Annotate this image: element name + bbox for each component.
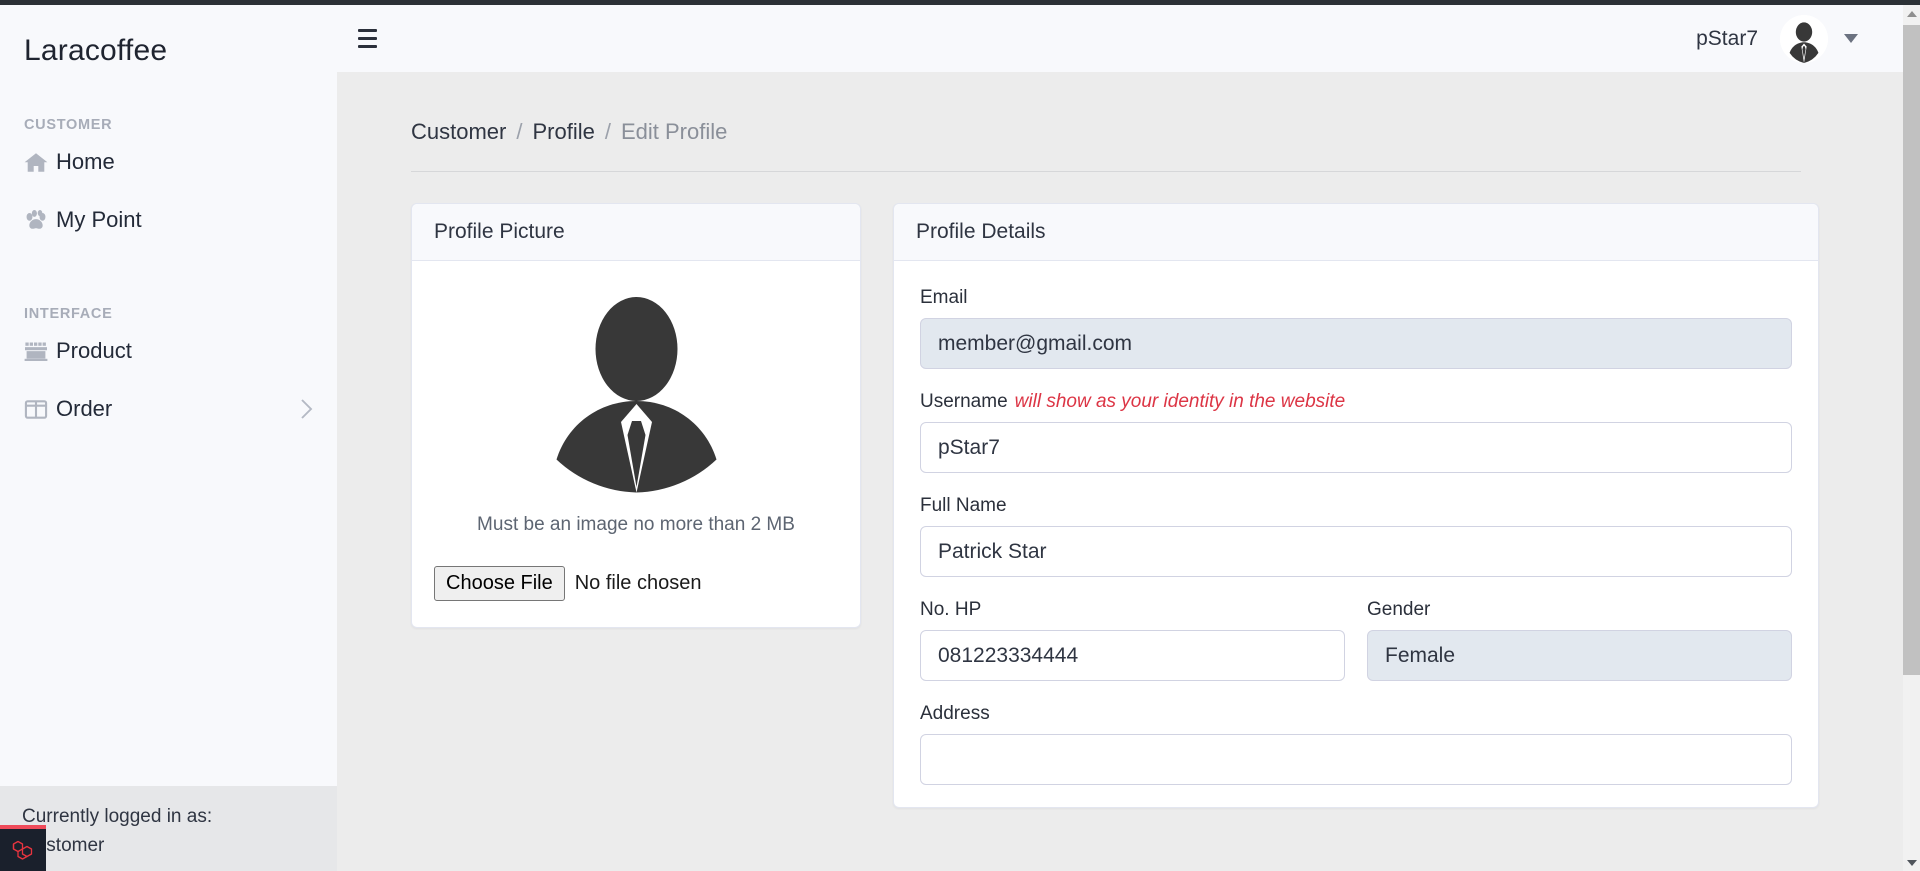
sidebar-section-title-customer: CUSTOMER xyxy=(0,117,337,133)
field-label-email: Email xyxy=(920,287,1792,309)
profile-picture-card-body: Must be an image no more than 2 MB Choos… xyxy=(412,261,860,627)
cards-row: Profile Picture Must be an image no mor xyxy=(411,203,1920,808)
breadcrumb-separator-2: / xyxy=(605,119,611,145)
field-username: Username will show as your identity in t… xyxy=(920,391,1792,473)
field-label-text-email: Email xyxy=(920,287,968,309)
field-gender: Gender xyxy=(1367,599,1792,681)
field-hint-username: will show as your identity in the websit… xyxy=(1015,391,1346,413)
field-label-gender: Gender xyxy=(1367,599,1792,621)
sidebar-item-label-order: Order xyxy=(56,396,112,422)
columns-icon xyxy=(24,398,52,420)
profile-picture-note: Must be an image no more than 2 MB xyxy=(477,514,795,536)
profile-details-card-title: Profile Details xyxy=(894,204,1818,261)
browser-chrome-strip xyxy=(0,0,1920,5)
hamburger-bar-3 xyxy=(358,45,377,48)
brand-logo-text[interactable]: Laracoffee xyxy=(0,5,337,69)
sidebar-item-product[interactable]: Product xyxy=(0,322,337,380)
store-icon xyxy=(24,340,52,362)
field-email: Email xyxy=(920,287,1792,369)
field-label-full-name: Full Name xyxy=(920,495,1792,517)
logged-in-role: Customer xyxy=(22,831,337,860)
triangle-down-icon xyxy=(1907,860,1917,866)
file-chosen-status: No file chosen xyxy=(575,572,702,595)
sidebar-item-label-home: Home xyxy=(56,149,115,175)
main-content: Customer / Profile / Edit Profile Profil… xyxy=(337,72,1920,871)
profile-picture-card-title: Profile Picture xyxy=(412,204,860,261)
breadcrumb-divider xyxy=(411,171,1801,172)
address-input[interactable] xyxy=(920,734,1792,785)
avatar[interactable] xyxy=(1780,15,1828,63)
top-navbar: pStar7 xyxy=(337,5,1920,72)
person-silhouette-icon xyxy=(529,283,744,498)
field-full-name: Full Name xyxy=(920,495,1792,577)
choose-file-button[interactable]: Choose File xyxy=(434,566,565,601)
laravel-logo xyxy=(0,825,46,871)
logged-in-footer: Currently logged in as: Customer xyxy=(0,786,337,871)
breadcrumb-separator-1: / xyxy=(516,119,522,145)
field-label-text-no-hp: No. HP xyxy=(920,599,981,621)
email-input xyxy=(920,318,1792,369)
sidebar-section-title-interface: INTERFACE xyxy=(0,306,337,322)
hamburger-bar-1 xyxy=(358,29,377,32)
scrollbar-thumb[interactable] xyxy=(1903,25,1920,675)
profile-picture-card: Profile Picture Must be an image no mor xyxy=(411,203,861,628)
user-menu[interactable]: pStar7 xyxy=(1696,15,1920,63)
user-name-label: pStar7 xyxy=(1696,27,1758,51)
sidebar-item-label-product: Product xyxy=(56,338,132,364)
field-label-text-full-name: Full Name xyxy=(920,495,1007,517)
field-address: Address xyxy=(920,703,1792,785)
profile-details-card-body: Email Username will show as your identit… xyxy=(894,261,1818,785)
caret-down-icon[interactable] xyxy=(1844,34,1858,43)
chevron-right-icon xyxy=(300,398,313,420)
full-name-input[interactable] xyxy=(920,526,1792,577)
breadcrumb-item-customer[interactable]: Customer xyxy=(411,119,506,145)
page-scrollbar[interactable] xyxy=(1903,5,1920,871)
hamburger-bar-2 xyxy=(358,37,377,40)
file-input-row[interactable]: Choose File No file chosen xyxy=(434,566,701,601)
breadcrumb: Customer / Profile / Edit Profile xyxy=(411,119,1920,145)
field-label-address: Address xyxy=(920,703,1792,725)
field-no-hp: No. HP xyxy=(920,599,1345,681)
sidebar-item-my-point[interactable]: My Point xyxy=(0,191,337,249)
triangle-up-icon xyxy=(1907,11,1917,17)
no-hp-input[interactable] xyxy=(920,630,1345,681)
username-input[interactable] xyxy=(920,422,1792,473)
field-label-username: Username will show as your identity in t… xyxy=(920,391,1792,413)
sidebar: Laracoffee CUSTOMER Home My Point xyxy=(0,5,337,871)
sidebar-item-order[interactable]: Order xyxy=(0,380,337,438)
field-label-text-gender: Gender xyxy=(1367,599,1430,621)
scrollbar-down-arrow[interactable] xyxy=(1903,854,1920,871)
paw-icon xyxy=(24,209,52,231)
logged-in-label: Currently logged in as: xyxy=(22,802,337,831)
field-label-text-address: Address xyxy=(920,703,990,725)
sidebar-item-label-my-point: My Point xyxy=(56,207,142,233)
sidebar-item-home[interactable]: Home xyxy=(0,133,337,191)
breadcrumb-item-edit-profile: Edit Profile xyxy=(621,119,727,145)
scrollbar-up-arrow[interactable] xyxy=(1903,5,1920,22)
gender-input xyxy=(1367,630,1792,681)
field-row-hp-gender: No. HP Gender xyxy=(920,599,1792,703)
field-label-no-hp: No. HP xyxy=(920,599,1345,621)
profile-details-card: Profile Details Email Username will show… xyxy=(893,203,1819,808)
breadcrumb-item-profile[interactable]: Profile xyxy=(532,119,594,145)
app-root: Laracoffee CUSTOMER Home My Point xyxy=(0,0,1920,871)
hamburger-icon[interactable] xyxy=(353,22,387,56)
field-label-text-username: Username xyxy=(920,391,1008,413)
home-icon xyxy=(24,151,52,173)
